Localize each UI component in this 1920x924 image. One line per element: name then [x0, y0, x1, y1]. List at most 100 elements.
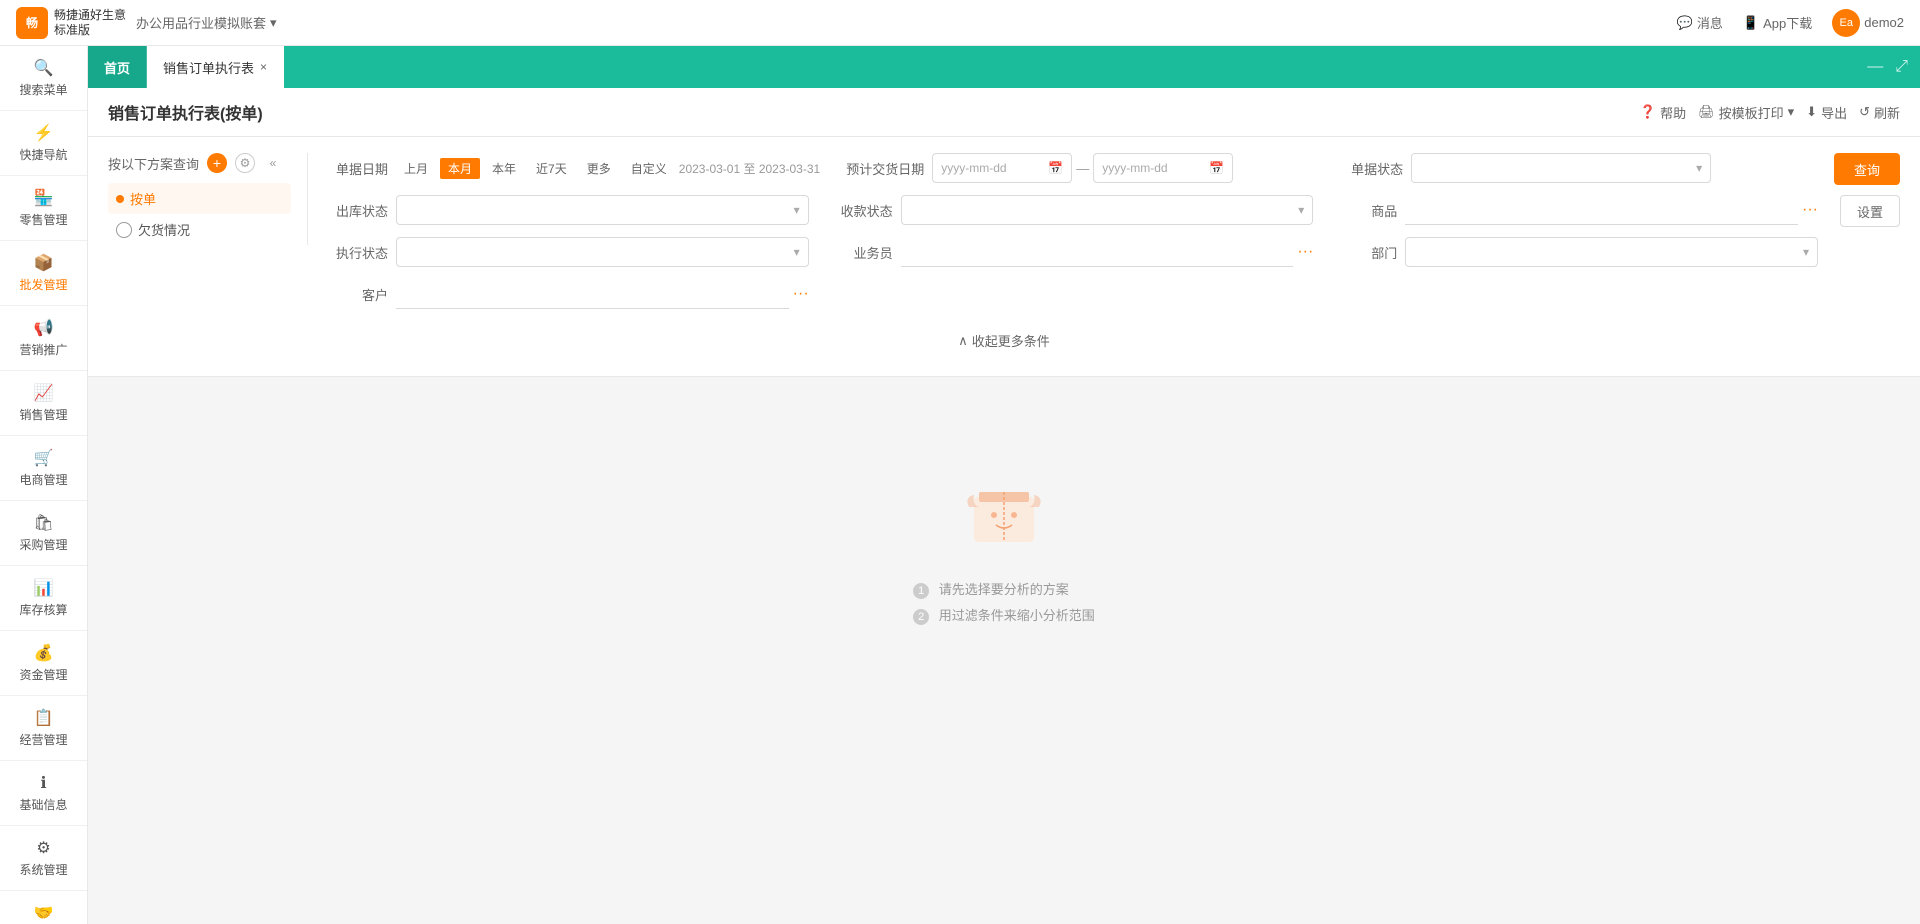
- predicted-date-end-input[interactable]: yyyy-mm-dd 📅: [1093, 153, 1233, 183]
- outbound-status-select[interactable]: ▾: [396, 195, 809, 225]
- order-status-chevron-icon: ▾: [1696, 161, 1702, 175]
- help-btn[interactable]: ❓ 帮助: [1640, 103, 1686, 122]
- nav-active-dot: [116, 195, 124, 203]
- tab-home[interactable]: 首页: [88, 46, 147, 88]
- sidebar-item-purchase[interactable]: 🛍 采购管理: [0, 501, 87, 566]
- query-btn[interactable]: 查询: [1834, 153, 1900, 185]
- sidebar-item-system[interactable]: ⚙ 系统管理: [0, 826, 87, 891]
- exec-status-label: 执行状态: [328, 243, 388, 262]
- sidebar-item-operations[interactable]: 📋 经营管理: [0, 696, 87, 761]
- sidebar-item-collab[interactable]: 🤝 企业协同: [0, 891, 87, 924]
- collapse-more-btn[interactable]: ∧ 收起更多条件: [958, 331, 1050, 350]
- calendar-end-icon: 📅: [1209, 161, 1224, 175]
- receipt-status-label: 收款状态: [833, 201, 893, 220]
- goods-input[interactable]: [1405, 195, 1798, 225]
- filter-customer: 客户 ···: [328, 279, 809, 309]
- user-avatar[interactable]: Ea demo2: [1832, 9, 1904, 37]
- sidebar-item-search[interactable]: 🔍 搜索菜单: [0, 46, 87, 111]
- date-tab-custom[interactable]: 自定义: [623, 158, 675, 179]
- goods-more-icon[interactable]: ···: [1802, 201, 1818, 219]
- filter-outbound-status: 出库状态 ▾: [328, 195, 809, 225]
- operations-icon: 📋: [8, 708, 79, 728]
- sidebar-item-ecommerce[interactable]: 🛒 电商管理: [0, 436, 87, 501]
- dept-label: 部门: [1337, 243, 1397, 262]
- date-tab-7days[interactable]: 近7天: [528, 158, 575, 179]
- goods-label: 商品: [1337, 201, 1397, 220]
- logo-icon: 畅: [16, 7, 48, 39]
- date-tab-cur-month[interactable]: 本月: [440, 158, 480, 179]
- filter-row-2: 出库状态 ▾ 收款状态: [328, 195, 1818, 225]
- filter-receipt-status: 收款状态 ▾: [833, 195, 1314, 225]
- sidebar-item-wholesale[interactable]: 📦 批发管理: [0, 241, 87, 306]
- message-btn[interactable]: 💬 消息: [1677, 13, 1723, 32]
- template-print-btn[interactable]: 🖨 按模板打印 ▾: [1698, 103, 1794, 122]
- quick-nav-icon: ⚡: [8, 123, 79, 143]
- sidebar-item-sales[interactable]: 📈 销售管理: [0, 371, 87, 436]
- empty-state-illustration: [954, 457, 1054, 557]
- empty-tip-1: 1 请先选择要分析的方案: [913, 577, 1095, 603]
- filter-row-flex: 按以下方案查询 + ⚙ « 按单 欠货情况: [108, 153, 1900, 321]
- page-content: 销售订单执行表(按单) ❓ 帮助 🖨 按模板打印 ▾ ⬇ 导出: [88, 88, 1920, 924]
- filter-right: 单据日期 上月 本月 本年 近7天 更多 自定义: [308, 153, 1900, 321]
- sidebar: 🔍 搜索菜单 ⚡ 快捷导航 🏪 零售管理 📦 批发管理 📢 营销推广 📈 销售管…: [0, 46, 88, 924]
- page-header: 销售订单执行表(按单) ❓ 帮助 🖨 按模板打印 ▾ ⬇ 导出: [88, 88, 1920, 137]
- sidebar-item-basic-info[interactable]: ℹ 基础信息: [0, 761, 87, 826]
- filter-row-4: 客户 ···: [328, 279, 1818, 309]
- sales-icon: 📈: [8, 383, 79, 403]
- order-status-select[interactable]: ▾: [1411, 153, 1711, 183]
- date-tab-more[interactable]: 更多: [579, 158, 619, 179]
- dept-select[interactable]: ▾: [1405, 237, 1818, 267]
- set-scheme-btn[interactable]: ⚙: [235, 153, 255, 173]
- receipt-status-select[interactable]: ▾: [901, 195, 1314, 225]
- sidebar-item-retail[interactable]: 🏪 零售管理: [0, 176, 87, 241]
- export-btn[interactable]: ⬇ 导出: [1806, 103, 1847, 122]
- salesman-more-icon[interactable]: ···: [1297, 243, 1313, 261]
- search-icon: 🔍: [8, 58, 79, 78]
- ecommerce-icon: 🛒: [8, 448, 79, 468]
- print-chevron-icon: ▾: [1788, 104, 1795, 120]
- setting-btn[interactable]: 设置: [1840, 195, 1900, 227]
- app-icon: 📱: [1743, 15, 1759, 31]
- filter-dept: 部门 ▾: [1337, 237, 1818, 267]
- date-tab-prev-month[interactable]: 上月: [396, 158, 436, 179]
- empty-state: 1 请先选择要分析的方案 2 用过滤条件来缩小分析范围: [88, 377, 1920, 709]
- add-scheme-btn[interactable]: +: [207, 153, 227, 173]
- exec-status-select[interactable]: ▾: [396, 237, 809, 267]
- customer-label: 客户: [328, 285, 388, 304]
- date-separator: —: [1076, 161, 1089, 176]
- filter-goods: 商品 ···: [1337, 195, 1818, 225]
- customer-input[interactable]: [396, 279, 789, 309]
- nav-item-by-order[interactable]: 按单: [108, 183, 291, 214]
- sidebar-item-quick-nav[interactable]: ⚡ 快捷导航: [0, 111, 87, 176]
- tab-maximize-btn[interactable]: ⤢: [1895, 58, 1908, 76]
- sidebar-item-inventory[interactable]: 📊 库存核算: [0, 566, 87, 631]
- filter-predicted-date: 预计交货日期 yyyy-mm-dd 📅 —: [844, 153, 1319, 183]
- salesman-input[interactable]: [901, 237, 1294, 267]
- tab-sales-order[interactable]: 销售订单执行表 ×: [147, 46, 284, 88]
- tab-close-btn[interactable]: ×: [260, 60, 267, 74]
- sidebar-item-marketing[interactable]: 📢 营销推广: [0, 306, 87, 371]
- nav-item-shortage[interactable]: 欠货情况: [108, 214, 291, 245]
- customer-more-icon[interactable]: ···: [793, 285, 809, 303]
- app-download-btn[interactable]: 📱 App下载: [1743, 13, 1812, 32]
- marketing-icon: 📢: [4, 318, 83, 338]
- refresh-btn[interactable]: ↺ 刷新: [1859, 103, 1900, 122]
- sidebar-item-finance[interactable]: 💰 资金管理: [0, 631, 87, 696]
- predicted-date-start-input[interactable]: yyyy-mm-dd 📅: [932, 153, 1072, 183]
- salesman-label: 业务员: [833, 243, 893, 262]
- date-tab-cur-year[interactable]: 本年: [484, 158, 524, 179]
- tab-minimize-btn[interactable]: —: [1867, 58, 1883, 76]
- query-btn-area: 查询 设置: [1818, 153, 1900, 227]
- refresh-icon: ↺: [1859, 104, 1870, 120]
- page-header-actions: ❓ 帮助 🖨 按模板打印 ▾ ⬇ 导出 ↺ 刷新: [1640, 103, 1900, 122]
- message-icon: 💬: [1677, 15, 1693, 31]
- empty-tip-2: 2 用过滤条件来缩小分析范围: [913, 603, 1095, 629]
- content-area: 首页 销售订单执行表 × — ⤢ 销售订单执行表(按单) ❓ 帮助: [88, 46, 1920, 924]
- filter-date-field: 单据日期 上月 本月 本年 近7天 更多 自定义: [328, 158, 820, 179]
- system-icon: ⚙: [8, 838, 79, 858]
- breadcrumb-chevron-icon[interactable]: ▾: [270, 15, 277, 31]
- main-layout: 🔍 搜索菜单 ⚡ 快捷导航 🏪 零售管理 📦 批发管理 📢 营销推广 📈 销售管…: [0, 46, 1920, 924]
- collapse-nav-btn[interactable]: «: [263, 153, 283, 173]
- outbound-status-label: 出库状态: [328, 201, 388, 220]
- topbar-breadcrumb: 办公用品行业模拟账套 ▾: [136, 13, 277, 32]
